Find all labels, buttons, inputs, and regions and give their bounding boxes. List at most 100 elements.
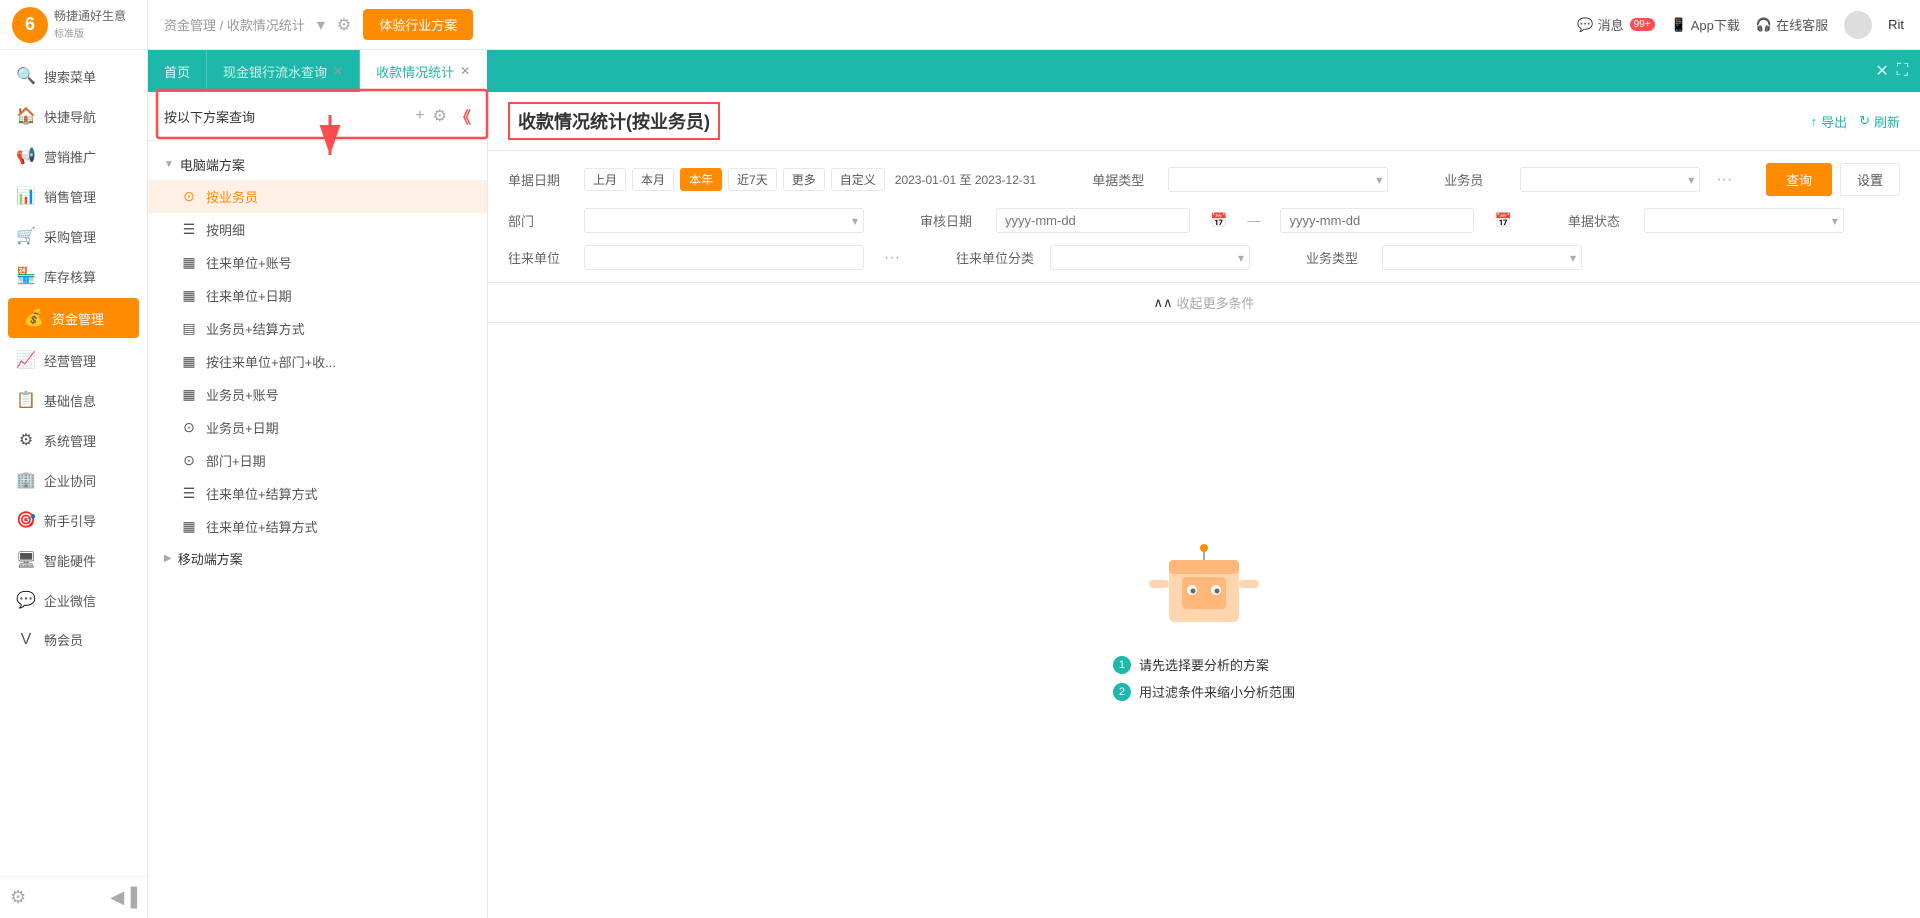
add-scheme-btn[interactable]: + (415, 107, 424, 125)
collapse-sidebar-btn[interactable]: ◀▐ (110, 887, 137, 908)
settings-footer-btn[interactable]: ⚙ (10, 887, 26, 908)
date-this-year[interactable]: 本年 (680, 168, 722, 191)
salesperson-select[interactable] (1520, 167, 1700, 192)
refresh-label: 刷新 (1874, 112, 1900, 131)
tree-item-salesperson-date[interactable]: ⊙ 业务员+日期 (148, 411, 487, 444)
app-download-btn[interactable]: 📱 App下载 (1671, 15, 1740, 34)
tree-item-salesperson-account[interactable]: ▦ 业务员+账号 (148, 378, 487, 411)
tree-item-by-salesperson[interactable]: ⊙ 按业务员 (148, 180, 487, 213)
date-custom[interactable]: 自定义 (831, 168, 885, 191)
tree-group-desktop[interactable]: ▼ 电脑端方案 (148, 149, 487, 180)
counterparty-label: 往来单位 (508, 248, 568, 267)
receivable-tab-close-icon[interactable]: ✕ (460, 64, 470, 78)
setting-btn[interactable]: 设置 (1840, 163, 1900, 196)
review-date-end-input[interactable] (1280, 208, 1474, 233)
message-btn[interactable]: 💬 消息 99+ (1577, 15, 1654, 34)
content-area: 按以下方案查询 + ⚙ 《 ▼ 电脑端方案 ⊙ 按业务员 (148, 92, 1920, 918)
sidebar-item-vip[interactable]: V 畅会员 (0, 620, 147, 659)
hint-step-2-num: 2 (1113, 683, 1131, 701)
cashflow-tab-close-icon[interactable]: ✕ (333, 64, 343, 78)
salesperson-settlement-icon: ▤ (180, 320, 198, 337)
sidebar-item-purchase-label: 采购管理 (44, 227, 96, 246)
home-tab-label: 首页 (164, 62, 190, 81)
tree-item-partner-dept[interactable]: ▦ 按往来单位+部门+收... (148, 345, 487, 378)
query-btn[interactable]: 查询 (1766, 163, 1832, 196)
app-download-label: App下载 (1691, 15, 1740, 34)
date-this-month[interactable]: 本月 (632, 168, 674, 191)
tree-item-dept-date[interactable]: ⊙ 部门+日期 (148, 444, 487, 477)
date-last-7-days[interactable]: 近7天 (728, 168, 777, 191)
trial-btn[interactable]: 体验行业方案 (363, 9, 473, 40)
sidebar-item-operations[interactable]: 📈 经营管理 (0, 340, 147, 380)
review-date-start-cal-icon[interactable]: 📅 (1210, 212, 1227, 229)
basic-icon: 📋 (16, 390, 36, 410)
review-date-end-cal-icon[interactable]: 📅 (1494, 212, 1511, 229)
window-maximize-icon[interactable]: ⛶ (1897, 62, 1908, 80)
review-date-start-input[interactable] (996, 208, 1190, 233)
date-more[interactable]: 更多 (783, 168, 825, 191)
tab-bar: 首页 现金银行流水查询 ✕ 收款情况统计 ✕ ✕ ⛶ (148, 50, 1920, 92)
tab-receivable[interactable]: 收款情况统计 ✕ (360, 50, 487, 92)
sidebar-item-system[interactable]: ⚙ 系统管理 (0, 420, 147, 460)
sidebar-item-hardware[interactable]: 🖥 智能硬件 (0, 540, 147, 580)
sidebar-item-wechat[interactable]: 💬 企业微信 (0, 580, 147, 620)
counterparty-select[interactable] (584, 245, 864, 270)
page-title: 收款情况统计(按业务员) (508, 102, 720, 140)
empty-illustration (1113, 532, 1295, 635)
hint-step-1-num: 1 (1113, 656, 1131, 674)
sidebar-item-operations-label: 经营管理 (44, 351, 96, 370)
sidebar-item-marketing[interactable]: 📢 营销推广 (0, 136, 147, 176)
filter-row-1: 单据日期 上月 本月 本年 近7天 更多 自定义 2023-01-01 至 20… (508, 163, 1900, 196)
window-close-icon[interactable]: ✕ (1875, 61, 1888, 81)
sidebar-item-basic[interactable]: 📋 基础信息 (0, 380, 147, 420)
tree-item-partner-date[interactable]: ▦ 往来单位+日期 (148, 279, 487, 312)
salesperson-more-dots[interactable]: ··· (1716, 171, 1732, 189)
sidebar-item-finance[interactable]: 💰 资金管理 (8, 298, 139, 338)
tree-item-salesperson-settlement[interactable]: ▤ 业务员+结算方式 (148, 312, 487, 345)
date-dash: — (1247, 213, 1260, 228)
sidebar-item-inventory[interactable]: 🏪 库存核算 (0, 256, 147, 296)
tree-item-partner-settlement1[interactable]: ☰ 往来单位+结算方式 (148, 477, 487, 510)
breadcrumb-dropdown-icon[interactable]: ▾ (317, 15, 325, 35)
user-avatar[interactable] (1844, 11, 1872, 39)
refresh-btn[interactable]: ↻ 刷新 (1859, 112, 1900, 131)
dept-select-wrapper: ▾ (584, 208, 864, 233)
export-btn[interactable]: ↑ 导出 (1811, 112, 1848, 131)
dept-select[interactable] (584, 208, 864, 233)
sidebar-item-sales[interactable]: 📊 销售管理 (0, 176, 147, 216)
counterparty-more-dots[interactable]: ··· (884, 249, 900, 267)
vip-icon: V (16, 631, 36, 649)
sidebar-item-enterprise[interactable]: 🏢 企业协同 (0, 460, 147, 500)
date-filter-label: 单据日期 (508, 170, 568, 189)
page-title-actions: ↑ 导出 ↻ 刷新 (1811, 112, 1900, 131)
panel-collapse-btn[interactable]: 《 (455, 104, 471, 128)
tab-home[interactable]: 首页 (148, 50, 207, 92)
business-type-select[interactable] (1382, 245, 1582, 270)
salesperson-settlement-label: 业务员+结算方式 (206, 319, 471, 338)
tab-cashflow[interactable]: 现金银行流水查询 ✕ (207, 50, 360, 92)
header-gear-icon[interactable]: ⚙ (337, 15, 351, 35)
tree-item-partner-account[interactable]: ▦ 往来单位+账号 (148, 246, 487, 279)
date-last-month[interactable]: 上月 (584, 168, 626, 191)
collapse-bar[interactable]: ∧∧ 收起更多条件 (488, 283, 1920, 323)
tree-item-partner-settlement2[interactable]: ▦ 往来单位+结算方式 (148, 510, 487, 543)
breadcrumb: 资金管理 / 收款情况统计 (164, 15, 305, 34)
salesperson-scheme-icon: ⊙ (180, 188, 198, 205)
scheme-setting-btn[interactable]: ⚙ (433, 106, 447, 126)
sidebar-item-purchase[interactable]: 🛒 采购管理 (0, 216, 147, 256)
tree-group-mobile-label: 移动端方案 (178, 549, 243, 568)
operations-icon: 📈 (16, 350, 36, 370)
sidebar-item-quicknav[interactable]: 🏠 快捷导航 (0, 96, 147, 136)
sidebar-item-guide-label: 新手引导 (44, 511, 96, 530)
sidebar-item-guide[interactable]: 🎯 新手引导 (0, 500, 147, 540)
tree-item-detail[interactable]: ☰ 按明细 (148, 213, 487, 246)
counterparty-cat-select[interactable] (1050, 245, 1250, 270)
tree-group-mobile[interactable]: ▶ 移动端方案 (148, 543, 487, 574)
cashflow-tab-label: 现金银行流水查询 (223, 62, 327, 81)
online-service-btn[interactable]: 🎧 在线客服 (1756, 15, 1828, 34)
voucher-status-select[interactable] (1644, 208, 1844, 233)
review-date-label: 审核日期 (920, 211, 980, 230)
voucher-type-select[interactable] (1168, 167, 1388, 192)
counterparty-cat-select-wrapper: ▾ (1050, 245, 1250, 270)
sidebar-item-search[interactable]: 🔍 搜索菜单 (0, 56, 147, 96)
